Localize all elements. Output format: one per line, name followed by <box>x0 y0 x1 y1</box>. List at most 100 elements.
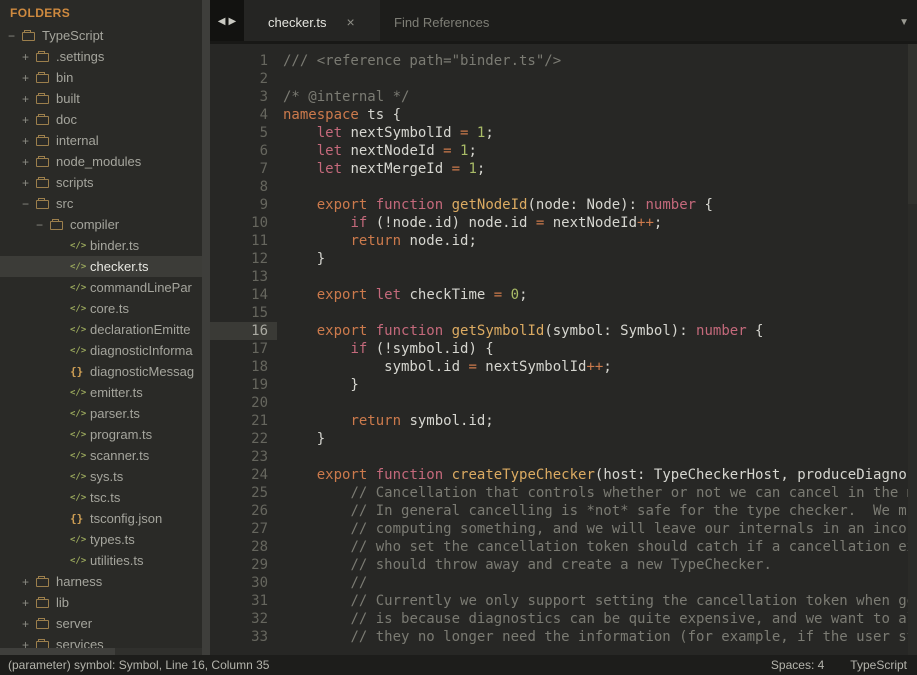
expand-icon[interactable]: + <box>22 575 36 589</box>
code-line: 7 let nextMergeId = 1; <box>210 160 917 178</box>
tree-item-label: checker.ts <box>90 259 149 274</box>
tree-item-src[interactable]: − src <box>0 193 202 214</box>
line-number: 12 <box>251 251 268 267</box>
sidebar-vertical-scrollbar[interactable] <box>202 0 210 655</box>
code-line: 5 let nextSymbolId = 1; <box>210 124 917 142</box>
tree-item-tsconfig-json[interactable]: {} tsconfig.json <box>0 508 202 529</box>
syntax-status[interactable]: TypeScript <box>850 658 907 672</box>
code-text: // should throw away and create a new Ty… <box>283 556 917 574</box>
tree-item-bin[interactable]: + bin <box>0 67 202 88</box>
tree-item-internal[interactable]: + internal <box>0 130 202 151</box>
line-number: 2 <box>259 71 268 87</box>
token-kw2: function <box>375 323 444 339</box>
tree-item-binder-ts[interactable]: </> binder.ts <box>0 235 202 256</box>
indent-status[interactable]: Spaces: 4 <box>771 658 824 672</box>
line-number: 16 <box>210 322 277 340</box>
tree-item-label: lib <box>56 595 70 610</box>
nav-forward-button[interactable]: ▶ <box>229 17 237 27</box>
token-kw2: function <box>375 197 444 213</box>
tree-item-lib[interactable]: + lib <box>0 592 202 613</box>
tree-item-node-modules[interactable]: + node_modules <box>0 151 202 172</box>
expand-icon[interactable]: + <box>22 134 36 148</box>
tree-item-built[interactable]: + built <box>0 88 202 109</box>
expand-icon[interactable]: + <box>22 71 36 85</box>
expand-icon[interactable]: + <box>22 617 36 631</box>
code-editor[interactable]: 1/// <reference path="binder.ts"/> 2 3/* @… <box>210 44 917 655</box>
tree-item-label: commandLinePar <box>90 280 192 295</box>
tree-item-label: types.ts <box>90 532 135 547</box>
tree-item-utilities-ts[interactable]: </> utilities.ts <box>0 550 202 571</box>
token-pln: ; <box>485 125 494 141</box>
code-line: 29 // should throw away and create a new… <box>210 556 917 574</box>
tree-item-declarationemitte[interactable]: </> declarationEmitte <box>0 319 202 340</box>
token-pln: nextNodeId <box>544 215 638 231</box>
code-line: 33 // they no longer need the informatio… <box>210 628 917 646</box>
tree-item-sys-ts[interactable]: </> sys.ts <box>0 466 202 487</box>
typescript-file-icon: </> <box>70 261 87 272</box>
editor-vertical-scrollbar-thumb[interactable] <box>908 44 917 204</box>
tree-item-emitter-ts[interactable]: </> emitter.ts <box>0 382 202 403</box>
tree-item-types-ts[interactable]: </> types.ts <box>0 529 202 550</box>
line-number: 20 <box>251 395 268 411</box>
expand-icon[interactable]: + <box>22 596 36 610</box>
tree-item-label: built <box>56 91 80 106</box>
sidebar-vertical-scrollbar-thumb[interactable] <box>202 0 210 655</box>
tree-item-checker-ts[interactable]: </> checker.ts <box>0 256 202 277</box>
code-line: 32 // is because diagnostics can be quit… <box>210 610 917 628</box>
close-icon[interactable]: × <box>347 15 355 29</box>
token-com: // they no longer need the information (… <box>350 629 916 645</box>
tree-item-settings[interactable]: + .settings <box>0 46 202 67</box>
collapse-icon[interactable]: − <box>8 29 22 43</box>
sidebar-horizontal-scrollbar-thumb[interactable] <box>0 648 115 655</box>
code-line: 26 // In general cancelling is *not* saf… <box>210 502 917 520</box>
typescript-file-icon: </> <box>70 555 87 566</box>
token-pln <box>283 593 350 609</box>
expand-icon[interactable]: + <box>22 50 36 64</box>
tree-item-label: sys.ts <box>90 469 124 484</box>
token-op: = <box>451 161 461 177</box>
line-number: 5 <box>259 125 268 141</box>
sidebar-horizontal-scrollbar[interactable] <box>0 648 202 655</box>
editor-vertical-scrollbar[interactable] <box>908 44 917 655</box>
tab-checker-ts[interactable]: checker.ts × <box>244 0 380 44</box>
token-pln: } <box>283 431 326 447</box>
tree-item-typescript[interactable]: − TypeScript <box>0 25 202 46</box>
line-number: 13 <box>251 269 268 285</box>
tree-item-diagnosticinforma[interactable]: </> diagnosticInforma <box>0 340 202 361</box>
token-op: ++ <box>586 359 604 375</box>
tab-find-references[interactable]: Find References <box>380 0 525 44</box>
tree-item-scripts[interactable]: + scripts <box>0 172 202 193</box>
tree-item-label: internal <box>56 133 99 148</box>
code-text: return symbol.id; <box>283 412 917 430</box>
code-text: export function getNodeId(node: Node): n… <box>283 196 917 214</box>
tree-item-scanner-ts[interactable]: </> scanner.ts <box>0 445 202 466</box>
collapse-icon[interactable]: − <box>36 218 50 232</box>
tree-item-label: scanner.ts <box>90 448 150 463</box>
tree-item-server[interactable]: + server <box>0 613 202 634</box>
expand-icon[interactable]: + <box>22 155 36 169</box>
tab-overflow-button[interactable]: ▼ <box>899 0 909 44</box>
tree-item-diagnosticmessag[interactable]: {} diagnosticMessag <box>0 361 202 382</box>
token-pln: symbol.id; <box>401 413 494 429</box>
tree-item-tsc-ts[interactable]: </> tsc.ts <box>0 487 202 508</box>
tree-item-program-ts[interactable]: </> program.ts <box>0 424 202 445</box>
token-pln <box>283 629 350 645</box>
token-pln <box>468 125 476 141</box>
tree-item-label: diagnosticMessag <box>90 364 195 379</box>
tree-item-compiler[interactable]: − compiler <box>0 214 202 235</box>
expand-icon[interactable]: + <box>22 176 36 190</box>
nav-back-button[interactable]: ◀ <box>218 17 226 27</box>
expand-icon[interactable]: + <box>22 113 36 127</box>
tree-item-commandlinepar[interactable]: </> commandLinePar <box>0 277 202 298</box>
code-line: 2 <box>210 70 917 88</box>
tree-item-parser-ts[interactable]: </> parser.ts <box>0 403 202 424</box>
code-text: // <box>283 574 917 592</box>
folder-open-icon <box>36 198 49 209</box>
collapse-icon[interactable]: − <box>22 197 36 211</box>
sidebar[interactable]: FOLDERS − TypeScript + .settings + bin + built +… <box>0 0 202 655</box>
tree-item-core-ts[interactable]: </> core.ts <box>0 298 202 319</box>
tree-item-harness[interactable]: + harness <box>0 571 202 592</box>
expand-icon[interactable]: + <box>22 92 36 106</box>
tree-item-doc[interactable]: + doc <box>0 109 202 130</box>
token-pln: checkTime <box>401 287 494 303</box>
